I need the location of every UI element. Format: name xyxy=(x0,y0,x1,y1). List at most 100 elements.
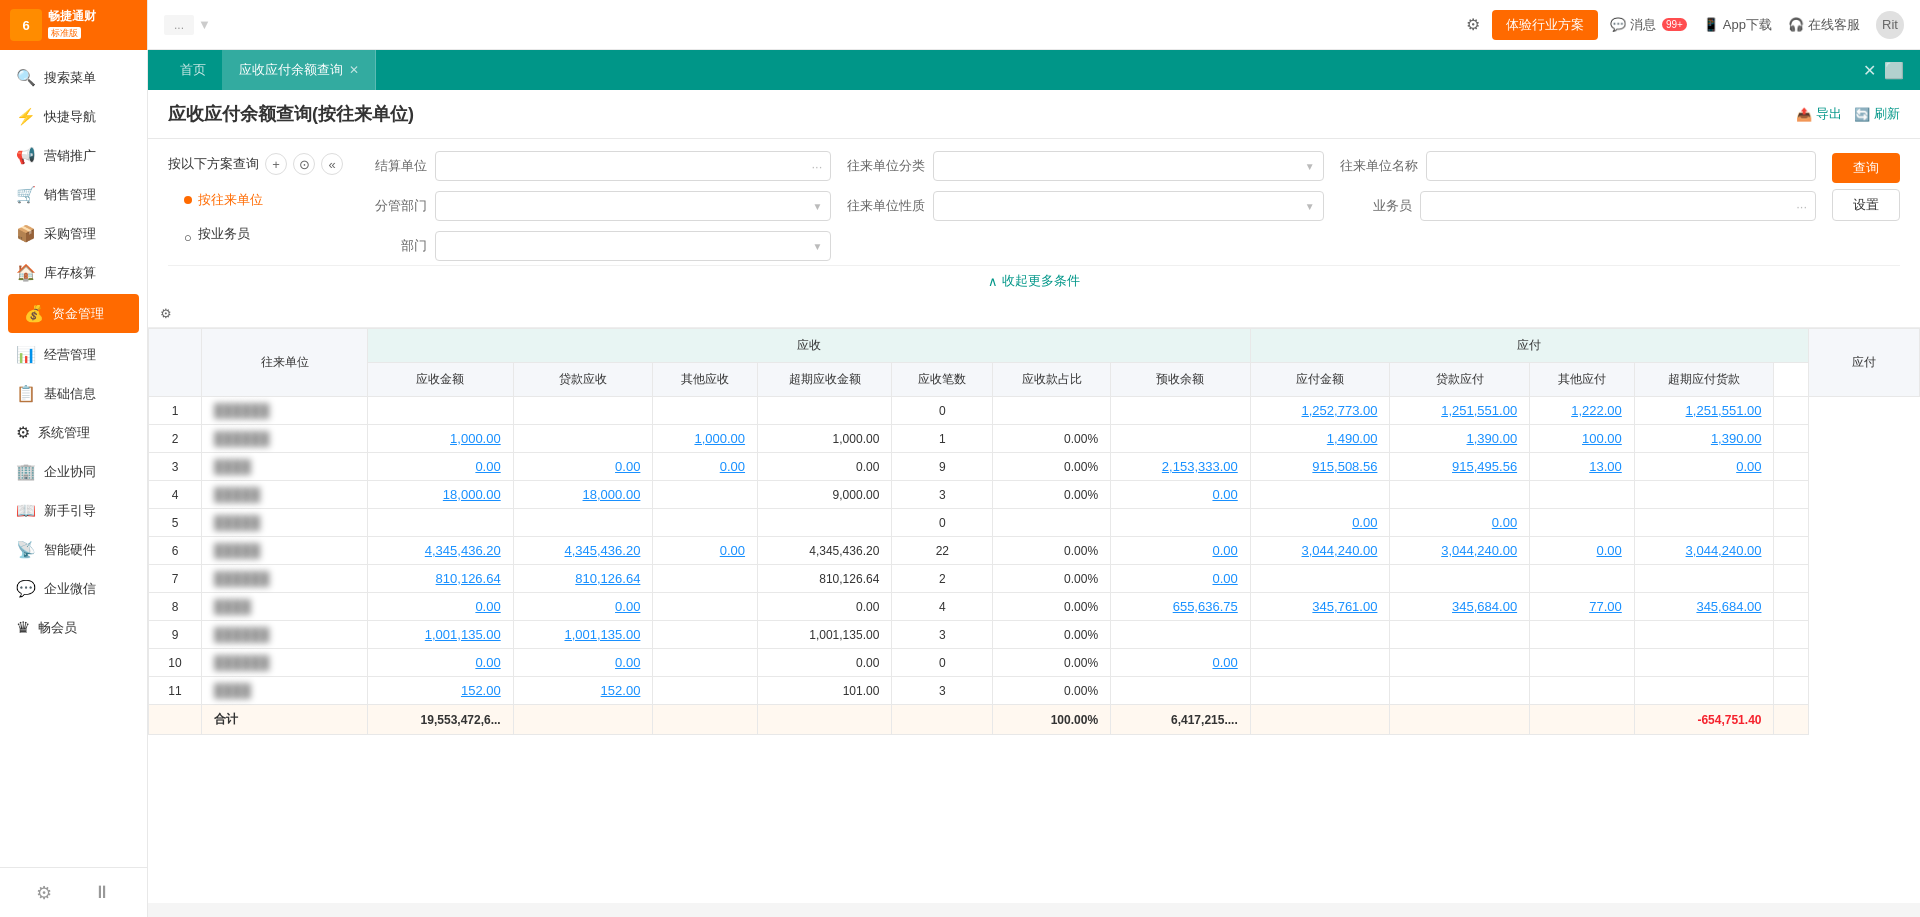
cell[interactable] xyxy=(653,677,758,705)
cell-link[interactable]: 915,495.56 xyxy=(1452,459,1517,474)
cell[interactable] xyxy=(513,425,653,453)
cell-link[interactable]: 0.00 xyxy=(475,459,500,474)
cell[interactable] xyxy=(1390,649,1530,677)
cell[interactable]: 2,153,333.00 xyxy=(1111,453,1251,481)
filter-salesperson-dots[interactable]: ··· xyxy=(1792,199,1807,214)
cell[interactable]: 4,345,436.20 xyxy=(513,537,653,565)
cell[interactable] xyxy=(1111,397,1251,425)
cell-link[interactable]: 1,000.00 xyxy=(450,431,501,446)
online-service-item[interactable]: 🎧 在线客服 xyxy=(1788,16,1860,34)
tab-close-window-icon[interactable]: ✕ xyxy=(1863,61,1876,80)
collapse-bar[interactable]: ∧ 收起更多条件 xyxy=(168,265,1900,296)
cell[interactable]: 0.00 xyxy=(653,537,758,565)
cell[interactable] xyxy=(1634,677,1774,705)
cell[interactable]: 1,252,773.00 xyxy=(1250,397,1390,425)
cell[interactable] xyxy=(653,509,758,537)
cell-link[interactable]: 0.00 xyxy=(1212,543,1237,558)
cell-link[interactable]: 810,126.64 xyxy=(575,571,640,586)
cell[interactable]: 0.00 xyxy=(513,593,653,621)
cell[interactable] xyxy=(653,593,758,621)
cell[interactable]: 0.00 xyxy=(368,593,513,621)
cell-link[interactable]: 0.00 xyxy=(615,599,640,614)
cell[interactable] xyxy=(653,621,758,649)
sidebar-item-13[interactable]: 💬企业微信 xyxy=(0,569,147,608)
sidebar-item-11[interactable]: 📖新手引导 xyxy=(0,491,147,530)
cell[interactable] xyxy=(1530,509,1635,537)
sidebar-collapse-icon[interactable]: ⏸ xyxy=(93,882,111,903)
cell-link[interactable]: 0.00 xyxy=(615,459,640,474)
tab-close-icon[interactable]: ✕ xyxy=(349,63,359,77)
cell-link[interactable]: 13.00 xyxy=(1589,459,1622,474)
cell[interactable]: 0.00 xyxy=(513,649,653,677)
cell[interactable]: 1,222.00 xyxy=(1530,397,1635,425)
filter-branch-dept-select[interactable]: ▼ xyxy=(435,231,831,261)
cell-link[interactable]: 1,001,135.00 xyxy=(425,627,501,642)
cell-link[interactable]: 345,684.00 xyxy=(1452,599,1517,614)
cell-link[interactable]: 0.00 xyxy=(1492,515,1517,530)
cell[interactable]: 810,126.64 xyxy=(368,565,513,593)
cell[interactable]: 152.00 xyxy=(368,677,513,705)
cell-link[interactable]: 3,044,240.00 xyxy=(1686,543,1762,558)
filter-partner-name-input[interactable] xyxy=(1426,151,1816,181)
sidebar-item-2[interactable]: 📢营销推广 xyxy=(0,136,147,175)
cell[interactable]: 18,000.00 xyxy=(368,481,513,509)
cell[interactable] xyxy=(653,481,758,509)
cell-link[interactable]: 4,345,436.20 xyxy=(564,543,640,558)
expand-scheme-button[interactable]: « xyxy=(321,153,343,175)
cell[interactable] xyxy=(1250,481,1390,509)
cell[interactable]: 345,684.00 xyxy=(1634,593,1774,621)
cell-link[interactable]: 1,252,773.00 xyxy=(1302,403,1378,418)
cell[interactable]: 1,251,551.00 xyxy=(1634,397,1774,425)
cell-link[interactable]: 915,508.56 xyxy=(1312,459,1377,474)
sidebar-item-5[interactable]: 🏠库存核算 xyxy=(0,253,147,292)
cell[interactable]: 100.00 xyxy=(1530,425,1635,453)
cell[interactable]: 1,000.00 xyxy=(368,425,513,453)
cell-link[interactable]: 0.00 xyxy=(475,599,500,614)
cell[interactable]: 1,390.00 xyxy=(1390,425,1530,453)
cell-link[interactable]: 345,761.00 xyxy=(1312,599,1377,614)
cell[interactable]: 1,000.00 xyxy=(653,425,758,453)
tab-maximize-icon[interactable]: ⬜ xyxy=(1884,61,1904,80)
sidebar-item-3[interactable]: 🛒销售管理 xyxy=(0,175,147,214)
cell[interactable] xyxy=(1530,677,1635,705)
refresh-button[interactable]: 🔄 刷新 xyxy=(1854,105,1900,123)
cell-link[interactable]: 4,345,436.20 xyxy=(425,543,501,558)
filter-jiesuan-dots[interactable]: ··· xyxy=(807,159,822,174)
cell-link[interactable]: 0.00 xyxy=(1212,571,1237,586)
cell[interactable]: 1,251,551.00 xyxy=(1390,397,1530,425)
cell-link[interactable]: 18,000.00 xyxy=(443,487,501,502)
cell[interactable]: 13.00 xyxy=(1530,453,1635,481)
cell[interactable]: 0.00 xyxy=(513,453,653,481)
settings-button[interactable]: 设置 xyxy=(1832,189,1900,221)
cell[interactable] xyxy=(1530,565,1635,593)
cell[interactable] xyxy=(653,565,758,593)
cell[interactable] xyxy=(1250,621,1390,649)
cell-link[interactable]: 1,000.00 xyxy=(694,431,745,446)
sidebar-settings-icon[interactable]: ⚙ xyxy=(36,882,52,904)
cell[interactable]: 1,390.00 xyxy=(1634,425,1774,453)
sidebar-item-0[interactable]: 🔍搜索菜单 xyxy=(0,58,147,97)
app-download-item[interactable]: 📱 App下载 xyxy=(1703,16,1772,34)
cell-link[interactable]: 3,044,240.00 xyxy=(1441,543,1517,558)
cell[interactable] xyxy=(368,397,513,425)
cell-link[interactable]: 0.00 xyxy=(1212,487,1237,502)
cell[interactable] xyxy=(1250,649,1390,677)
cell-link[interactable]: 152.00 xyxy=(601,683,641,698)
filter-jiesuan-input[interactable]: ··· xyxy=(435,151,831,181)
cell[interactable] xyxy=(1634,481,1774,509)
cell[interactable]: 4,345,436.20 xyxy=(368,537,513,565)
cell[interactable] xyxy=(1250,677,1390,705)
filter-dept-select[interactable]: ▼ xyxy=(435,191,831,221)
cell-link[interactable]: 1,001,135.00 xyxy=(564,627,640,642)
cell-link[interactable]: 18,000.00 xyxy=(583,487,641,502)
cell-link[interactable]: 77.00 xyxy=(1589,599,1622,614)
cell-link[interactable]: 0.00 xyxy=(720,543,745,558)
cell-link[interactable]: 1,390.00 xyxy=(1711,431,1762,446)
cell[interactable]: 915,508.56 xyxy=(1250,453,1390,481)
cell-link[interactable]: 0.00 xyxy=(1212,655,1237,670)
cell[interactable]: 1,490.00 xyxy=(1250,425,1390,453)
cell-link[interactable]: 810,126.64 xyxy=(436,571,501,586)
cell[interactable] xyxy=(1250,565,1390,593)
cell[interactable] xyxy=(513,509,653,537)
cell[interactable] xyxy=(653,649,758,677)
